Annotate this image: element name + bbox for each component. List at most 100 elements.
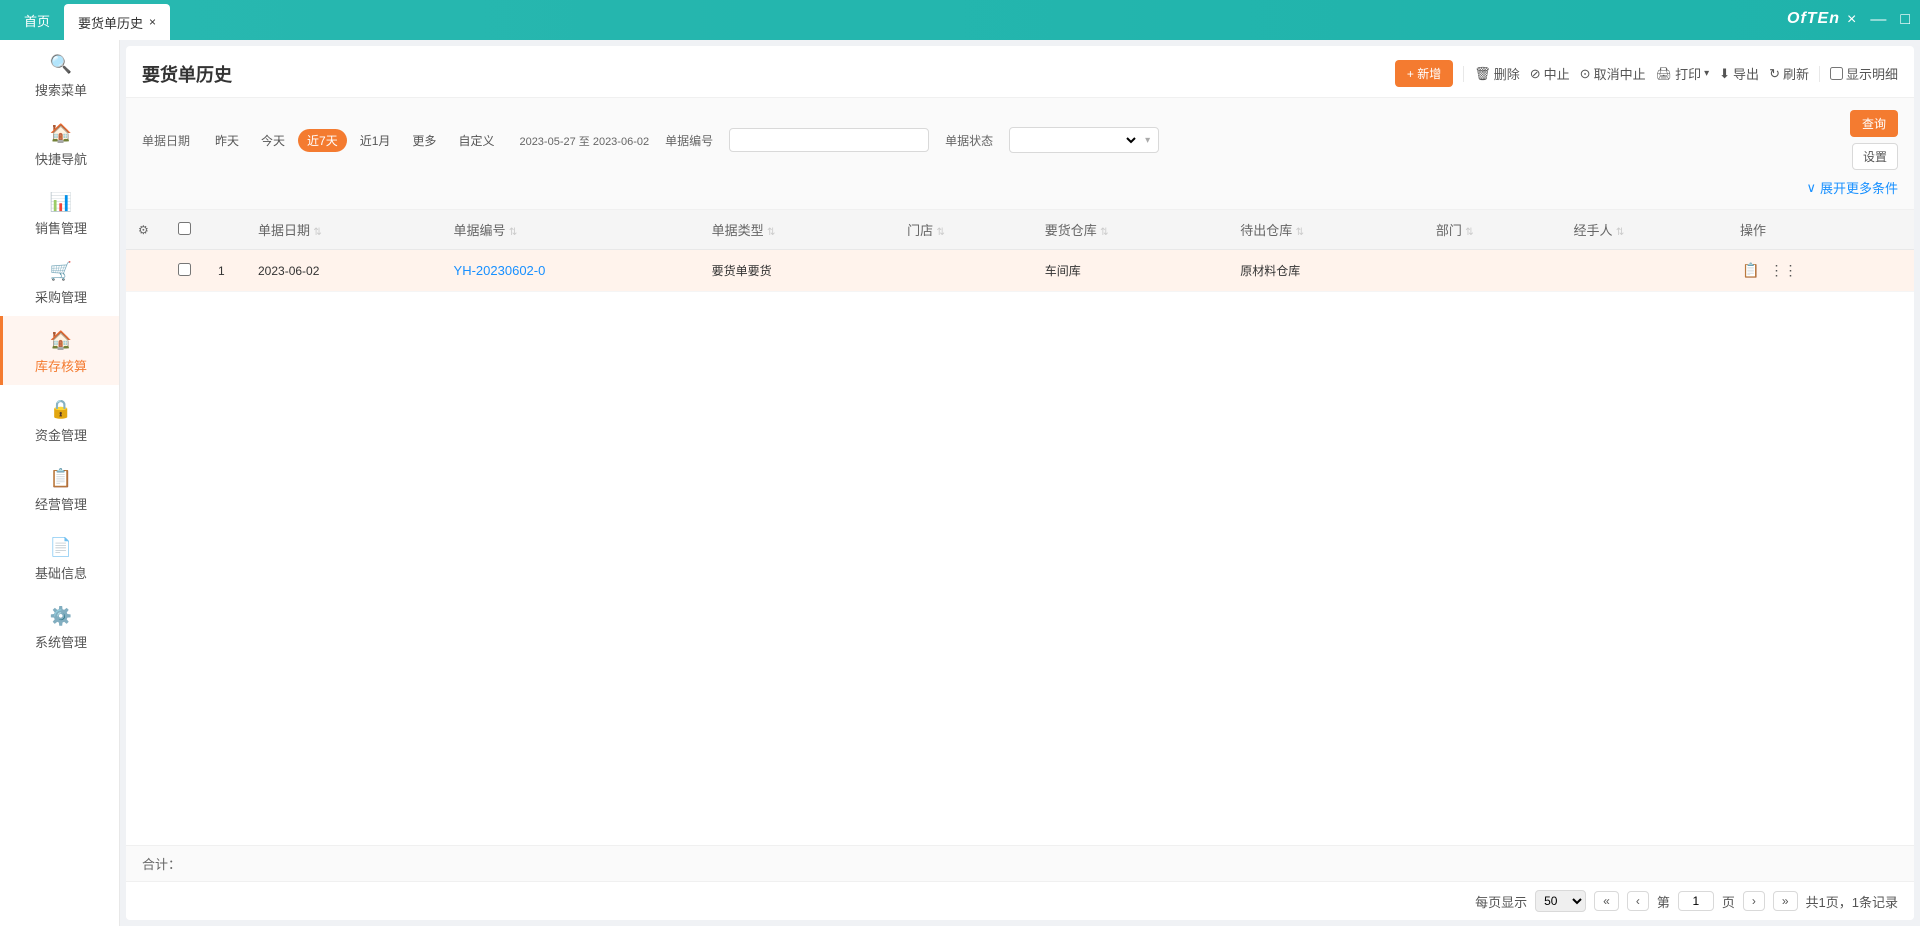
tab-home-label: 首页 (24, 11, 50, 30)
show-detail-toggle[interactable]: 显示明细 (1830, 64, 1898, 83)
chevron-down-icon: ▾ (1145, 135, 1150, 146)
th-date-label: 单据日期 (258, 223, 310, 238)
row-num: 1 (206, 250, 246, 292)
th-handler[interactable]: 经手人 ⇅ (1561, 210, 1728, 250)
th-settings[interactable]: ⚙ (126, 210, 166, 250)
home-icon: 🏠 (50, 123, 72, 144)
th-pending-warehouse[interactable]: 待出仓库 ⇅ (1228, 210, 1424, 250)
total-info: 共1页，1条记录 (1806, 892, 1898, 911)
row-doc-number[interactable]: YH-20230602-0 (442, 250, 700, 292)
table-container: ⚙ 单据日期 ⇅ 单据编号 ⇅ 单据类型 ⇅ (126, 210, 1914, 845)
sort-reqwh-icon: ⇅ (1100, 227, 1108, 238)
date-btn-yesterday[interactable]: 昨天 (206, 129, 248, 152)
sidebar-item-sales-label: 销售管理 (35, 218, 87, 237)
chevron-expand-icon: ∨ (1806, 180, 1816, 196)
row-select-checkbox[interactable] (178, 263, 191, 276)
brand-logo: OfTEn (1787, 10, 1840, 28)
refresh-label: 刷新 (1783, 64, 1809, 83)
sidebar-item-inventory[interactable]: 🏠 库存核算 (0, 316, 119, 385)
purchase-icon: 🛒 (50, 261, 72, 282)
page-input[interactable] (1678, 891, 1714, 911)
th-date[interactable]: 单据日期 ⇅ (246, 210, 442, 250)
row-store (895, 250, 1033, 292)
th-checkbox[interactable] (166, 210, 206, 250)
per-page-select[interactable]: 50 10 20 100 (1535, 890, 1586, 912)
last-page-btn[interactable]: » (1773, 891, 1798, 911)
cancel-stop-button[interactable]: ⊙ 取消中止 (1580, 64, 1646, 83)
sidebar-item-finance[interactable]: 🔒 资金管理 (0, 385, 119, 454)
doc-number-label: 单据编号 (665, 132, 713, 149)
refresh-button[interactable]: ↻ 刷新 (1769, 64, 1809, 83)
th-pending-warehouse-label: 待出仓库 (1240, 223, 1292, 238)
print-label: 打印 (1675, 64, 1701, 83)
sidebar-item-purchase-label: 采购管理 (35, 287, 87, 306)
th-department[interactable]: 部门 ⇅ (1424, 210, 1562, 250)
th-doc-type-label: 单据类型 (712, 223, 764, 238)
th-num (206, 210, 246, 250)
sidebar-item-operations-label: 经营管理 (35, 494, 87, 513)
th-operations-label: 操作 (1740, 223, 1766, 238)
th-req-warehouse[interactable]: 要货仓库 ⇅ (1033, 210, 1229, 250)
query-button[interactable]: 查询 (1850, 110, 1898, 137)
delete-label: 删除 (1494, 64, 1520, 83)
table-header: ⚙ 单据日期 ⇅ 单据编号 ⇅ 单据类型 ⇅ (126, 210, 1914, 250)
search-icon: 🔍 (50, 54, 72, 75)
sidebar-item-operations[interactable]: 📋 经营管理 (0, 454, 119, 523)
next-page-btn[interactable]: › (1743, 891, 1765, 911)
row-checkbox[interactable] (166, 250, 206, 292)
row-more-icon[interactable]: ⋮⋮ (1767, 260, 1799, 281)
settings-button[interactable]: 设置 (1852, 143, 1898, 170)
sidebar-item-search-label: 搜索菜单 (35, 80, 87, 99)
table-row: 1 2023-06-02 YH-20230602-0 要货单要货 车间库 原材料… (126, 250, 1914, 292)
sidebar-item-basic-info[interactable]: 📄 基础信息 (0, 523, 119, 592)
row-doc-type: 要货单要货 (700, 250, 896, 292)
export-button[interactable]: ⬇ 导出 (1719, 64, 1759, 83)
select-all-checkbox[interactable] (178, 222, 191, 235)
sort-store-icon: ⇅ (937, 227, 945, 238)
sidebar-item-sales[interactable]: 📊 销售管理 (0, 178, 119, 247)
th-doc-type[interactable]: 单据类型 ⇅ (700, 210, 896, 250)
doc-status-select-wrapper[interactable]: ▾ (1009, 127, 1159, 153)
system-icon: ⚙️ (50, 606, 72, 627)
first-page-btn[interactable]: « (1594, 891, 1619, 911)
stop-button[interactable]: ⊘ 中止 (1530, 64, 1570, 83)
filter-area: 单据日期 昨天 今天 近7天 近1月 更多 自定义 2023-05-27 至 2… (126, 98, 1914, 210)
date-btn-more[interactable]: 更多 (403, 129, 445, 152)
tab-close-icon[interactable]: × (149, 15, 156, 29)
sidebar-item-purchase[interactable]: 🛒 采购管理 (0, 247, 119, 316)
th-department-label: 部门 (1436, 223, 1462, 238)
th-doc-number[interactable]: 单据编号 ⇅ (442, 210, 700, 250)
sidebar-item-system[interactable]: ⚙️ 系统管理 (0, 592, 119, 661)
sidebar-item-quick-nav[interactable]: 🏠 快捷导航 (0, 109, 119, 178)
show-detail-checkbox[interactable] (1830, 67, 1843, 80)
tab-requisition-history[interactable]: 要货单历史 × (64, 4, 170, 40)
doc-status-select[interactable] (1018, 132, 1139, 148)
window-maximize-btn[interactable]: □ (1900, 11, 1910, 29)
date-filter-label: 单据日期 (142, 132, 190, 149)
date-btn-custom[interactable]: 自定义 (449, 129, 503, 152)
expand-more-btn[interactable]: ∨ 展开更多条件 (1806, 178, 1898, 197)
print-dropdown-icon: ▾ (1704, 68, 1709, 79)
delete-button[interactable]: 🗑 删除 (1474, 64, 1520, 83)
row-edit-icon[interactable]: 📋 (1740, 260, 1761, 281)
date-btn-1month[interactable]: 近1月 (351, 129, 400, 152)
date-buttons: 昨天 今天 近7天 近1月 更多 自定义 (206, 129, 503, 152)
window-close-btn[interactable]: × (1847, 11, 1856, 29)
th-store[interactable]: 门店 ⇅ (895, 210, 1033, 250)
doc-number-input[interactable] (729, 128, 929, 152)
th-doc-number-label: 单据编号 (454, 223, 506, 238)
tab-home[interactable]: 首页 (10, 0, 64, 40)
add-button[interactable]: + 新增 (1395, 60, 1453, 87)
doc-number-link[interactable]: YH-20230602-0 (454, 263, 546, 278)
refresh-icon: ↻ (1769, 66, 1780, 82)
sidebar-item-quick-nav-label: 快捷导航 (35, 149, 87, 168)
sidebar-item-search[interactable]: 🔍 搜索菜单 (0, 40, 119, 109)
date-range-display: 2023-05-27 至 2023-06-02 (519, 133, 649, 149)
doc-status-label: 单据状态 (945, 132, 993, 149)
date-btn-today[interactable]: 今天 (252, 129, 294, 152)
print-button[interactable]: 🖨 打印 ▾ (1656, 64, 1710, 83)
date-btn-7days[interactable]: 近7天 (298, 129, 347, 152)
prev-page-btn[interactable]: ‹ (1627, 891, 1649, 911)
window-minimize-btn[interactable]: — (1870, 11, 1886, 29)
sort-pendingwh-icon: ⇅ (1296, 227, 1304, 238)
